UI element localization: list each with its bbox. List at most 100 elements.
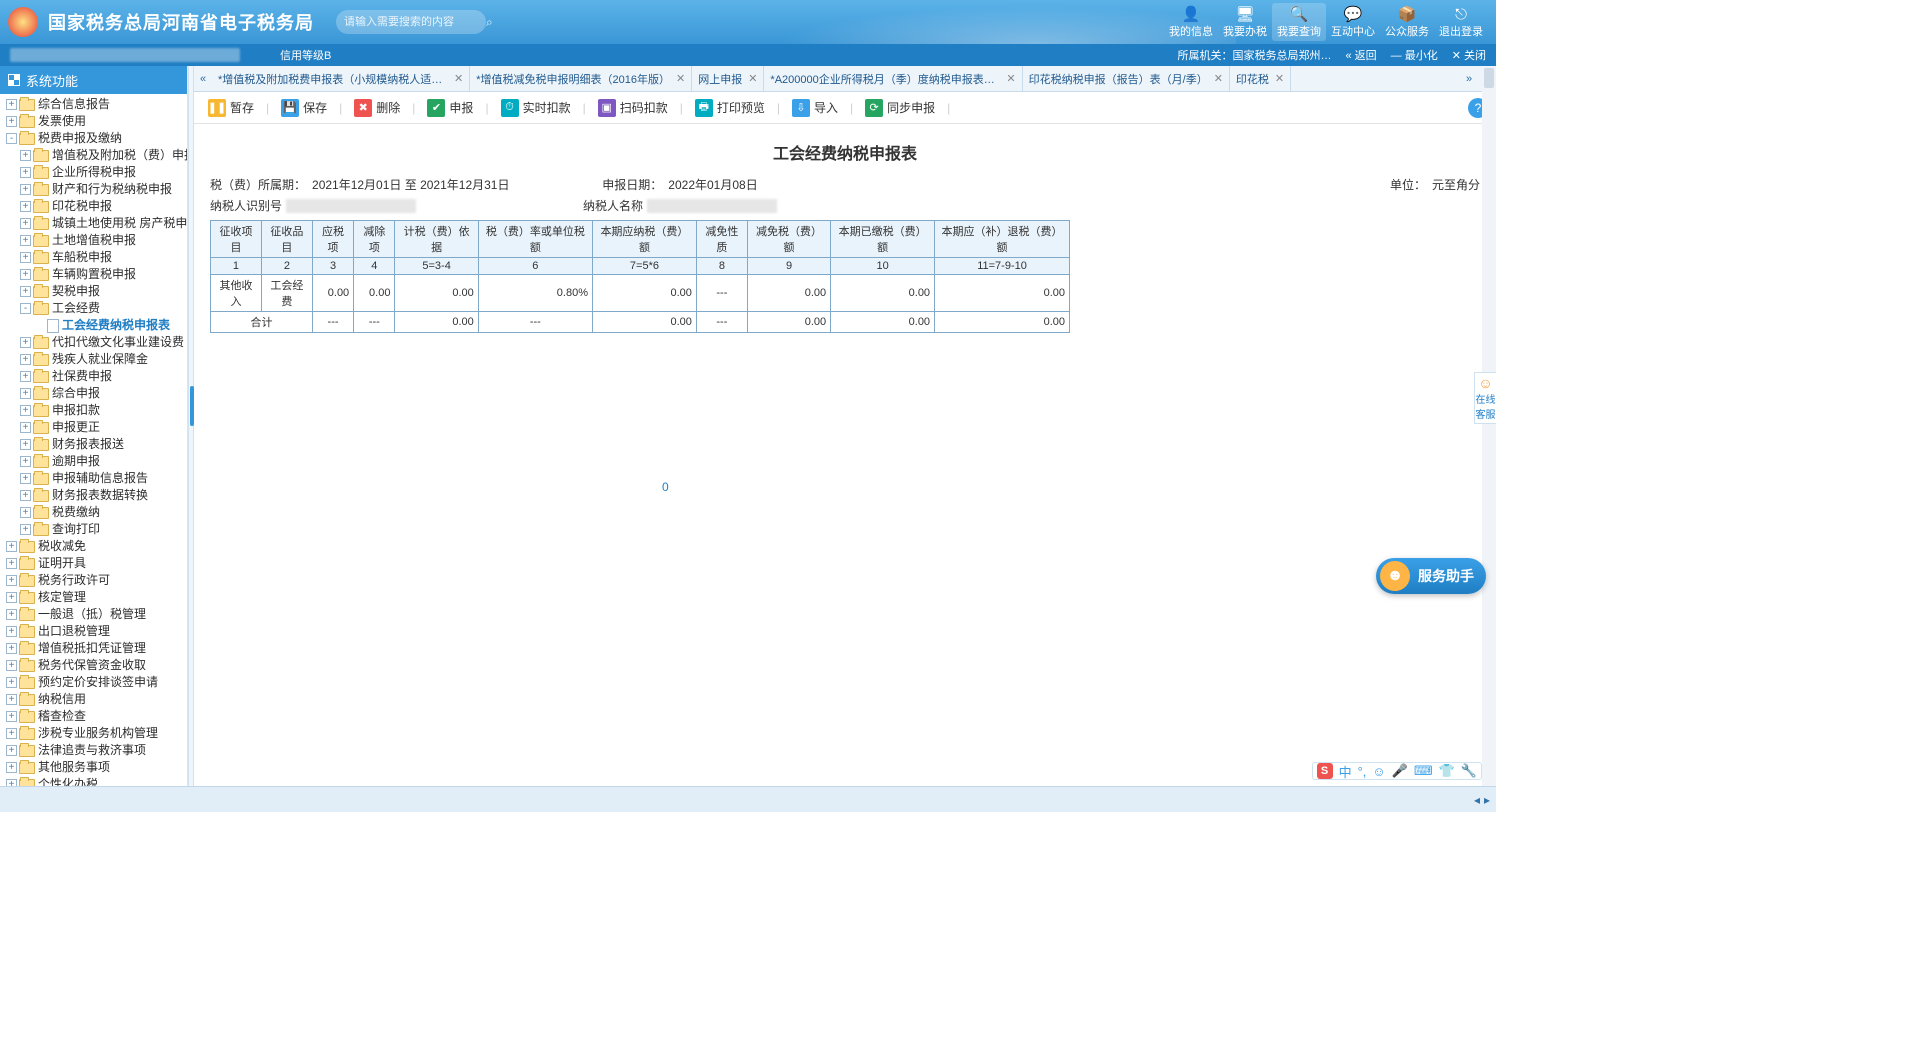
tab-close-icon[interactable]: ✕ bbox=[1275, 72, 1284, 85]
toolbar-button[interactable]: 💾 保存 bbox=[275, 97, 333, 119]
header-nav-item[interactable]: 📦 公众服务 bbox=[1380, 3, 1434, 41]
tree-node[interactable]: + 税务行政许可 bbox=[0, 572, 187, 589]
scrollbar-thumb[interactable] bbox=[1484, 68, 1494, 88]
toolbar-button[interactable]: 🖶 打印预览 bbox=[689, 97, 771, 119]
expand-toggle[interactable]: + bbox=[6, 99, 17, 110]
tabs-scroll-left[interactable]: « bbox=[194, 66, 212, 91]
document-tab[interactable]: *A200000企业所得税月（季）度纳税申报表2021年版(A类) ✕ bbox=[764, 66, 1022, 91]
online-cs-tab[interactable]: ☺ 在线 客服 bbox=[1474, 372, 1496, 424]
tree-node[interactable]: + 印花税申报 bbox=[0, 198, 187, 215]
tree-node[interactable]: + 申报扣款 bbox=[0, 402, 187, 419]
tree-node[interactable]: + 土地增值税申报 bbox=[0, 232, 187, 249]
expand-toggle[interactable]: + bbox=[20, 388, 31, 399]
document-tab[interactable]: *增值税及附加税费申报表（小规模纳税人适用）附列资料（二）（附加税费情况表） ✕ bbox=[212, 66, 470, 91]
expand-toggle[interactable]: + bbox=[20, 269, 31, 280]
tabs-scroll-right[interactable]: » bbox=[1460, 66, 1478, 91]
expand-toggle[interactable]: + bbox=[6, 626, 17, 637]
tray-left-icon[interactable]: ◂ bbox=[1474, 793, 1480, 807]
expand-toggle[interactable]: - bbox=[20, 303, 31, 314]
tab-close-icon[interactable]: ✕ bbox=[1006, 72, 1015, 85]
tab-close-icon[interactable]: ✕ bbox=[676, 72, 685, 85]
header-nav-item[interactable]: ⎋ 退出登录 bbox=[1434, 3, 1488, 41]
tree-node[interactable]: + 增值税抵扣凭证管理 bbox=[0, 640, 187, 657]
expand-toggle[interactable]: + bbox=[6, 677, 17, 688]
tree-node[interactable]: + 财务报表数据转换 bbox=[0, 487, 187, 504]
tree-node[interactable]: + 申报辅助信息报告 bbox=[0, 470, 187, 487]
toolbar-button[interactable]: ⇩ 导入 bbox=[786, 97, 844, 119]
expand-toggle[interactable]: + bbox=[20, 201, 31, 212]
expand-toggle[interactable]: + bbox=[20, 524, 31, 535]
toolbar-button[interactable]: ▣ 扫码扣款 bbox=[592, 97, 674, 119]
expand-toggle[interactable]: + bbox=[6, 541, 17, 552]
tree-node[interactable]: + 综合申报 bbox=[0, 385, 187, 402]
ime-toolbar[interactable]: S 中 °, ☺ 🎤 ⌨ 👕 🔧 bbox=[1312, 762, 1482, 780]
expand-toggle[interactable]: + bbox=[6, 745, 17, 756]
toolbar-button[interactable]: ⏱ 实时扣款 bbox=[495, 97, 577, 119]
toolbar-button[interactable]: ✔ 申报 bbox=[421, 97, 479, 119]
tab-close-icon[interactable]: ✕ bbox=[454, 72, 463, 85]
tree-node[interactable]: + 企业所得税申报 bbox=[0, 164, 187, 181]
search-box[interactable]: ⌕ bbox=[336, 10, 486, 34]
expand-toggle[interactable]: + bbox=[20, 184, 31, 195]
tree-node[interactable]: + 代扣代缴文化事业建设费 bbox=[0, 334, 187, 351]
tree-node[interactable]: + 残疾人就业保障金 bbox=[0, 351, 187, 368]
expand-toggle[interactable]: + bbox=[20, 439, 31, 450]
back-button[interactable]: « 返回 bbox=[1345, 47, 1376, 63]
tree-node[interactable]: + 社保费申报 bbox=[0, 368, 187, 385]
expand-toggle[interactable]: + bbox=[20, 286, 31, 297]
tree-node[interactable]: + 税务代保管资金收取 bbox=[0, 657, 187, 674]
tree-node[interactable]: + 申报更正 bbox=[0, 419, 187, 436]
toolbar-button[interactable]: ✖ 删除 bbox=[348, 97, 406, 119]
nav-tree[interactable]: + 综合信息报告 + 发票使用 - 税费申报及缴纳 + 增值税及附加税（费）申报… bbox=[0, 94, 187, 812]
search-input[interactable] bbox=[344, 16, 486, 28]
tree-node[interactable]: + 车船税申报 bbox=[0, 249, 187, 266]
tree-node[interactable]: + 证明开具 bbox=[0, 555, 187, 572]
expand-toggle[interactable]: + bbox=[20, 456, 31, 467]
document-tab[interactable]: *增值税减免税申报明细表（2016年版） ✕ bbox=[470, 66, 692, 91]
expand-toggle[interactable]: + bbox=[6, 728, 17, 739]
expand-toggle[interactable]: + bbox=[6, 762, 17, 773]
tree-node[interactable]: + 查询打印 bbox=[0, 521, 187, 538]
expand-toggle[interactable]: + bbox=[20, 167, 31, 178]
expand-toggle[interactable]: + bbox=[6, 116, 17, 127]
tree-node[interactable]: - 工会经费 bbox=[0, 300, 187, 317]
tree-node[interactable]: + 综合信息报告 bbox=[0, 96, 187, 113]
tab-close-icon[interactable]: ✕ bbox=[748, 72, 757, 85]
expand-toggle[interactable]: - bbox=[6, 133, 17, 144]
expand-toggle[interactable]: + bbox=[6, 592, 17, 603]
expand-toggle[interactable]: + bbox=[20, 252, 31, 263]
tree-node[interactable]: + 其他服务事项 bbox=[0, 759, 187, 776]
expand-toggle[interactable]: + bbox=[20, 337, 31, 348]
expand-toggle[interactable]: + bbox=[6, 575, 17, 586]
document-tab[interactable]: 印花税纳税申报（报告）表（月/季） ✕ bbox=[1023, 66, 1230, 91]
tray-right-icon[interactable]: ▸ bbox=[1484, 793, 1490, 807]
tree-node[interactable]: + 一般退（抵）税管理 bbox=[0, 606, 187, 623]
tree-node[interactable]: + 增值税及附加税（费）申报 bbox=[0, 147, 187, 164]
tree-node[interactable]: + 发票使用 bbox=[0, 113, 187, 130]
expand-toggle[interactable]: + bbox=[20, 150, 31, 161]
expand-toggle[interactable]: + bbox=[6, 609, 17, 620]
minimize-button[interactable]: — 最小化 bbox=[1391, 47, 1438, 63]
expand-toggle[interactable]: + bbox=[20, 473, 31, 484]
tree-node[interactable]: 工会经费纳税申报表 bbox=[0, 317, 187, 334]
search-icon[interactable]: ⌕ bbox=[486, 15, 493, 30]
tree-node[interactable]: + 逾期申报 bbox=[0, 453, 187, 470]
expand-toggle[interactable]: + bbox=[20, 218, 31, 229]
tree-node[interactable]: + 稽查检查 bbox=[0, 708, 187, 725]
tree-node[interactable]: + 契税申报 bbox=[0, 283, 187, 300]
expand-toggle[interactable]: + bbox=[6, 643, 17, 654]
tree-node[interactable]: + 纳税信用 bbox=[0, 691, 187, 708]
tree-node[interactable]: + 预约定价安排谈签申请 bbox=[0, 674, 187, 691]
tree-node[interactable]: + 税收减免 bbox=[0, 538, 187, 555]
tree-node[interactable]: + 涉税专业服务机构管理 bbox=[0, 725, 187, 742]
header-nav-item[interactable]: 🔍 我要查询 bbox=[1272, 3, 1326, 41]
expand-toggle[interactable]: + bbox=[20, 507, 31, 518]
expand-toggle[interactable]: + bbox=[6, 694, 17, 705]
expand-toggle[interactable]: + bbox=[6, 711, 17, 722]
expand-toggle[interactable]: + bbox=[20, 371, 31, 382]
document-tab[interactable]: 网上申报 ✕ bbox=[692, 66, 764, 91]
close-button[interactable]: ✕ 关闭 bbox=[1452, 47, 1486, 63]
tree-node[interactable]: + 法律追责与救济事项 bbox=[0, 742, 187, 759]
expand-toggle[interactable]: + bbox=[20, 235, 31, 246]
tree-node[interactable]: + 核定管理 bbox=[0, 589, 187, 606]
